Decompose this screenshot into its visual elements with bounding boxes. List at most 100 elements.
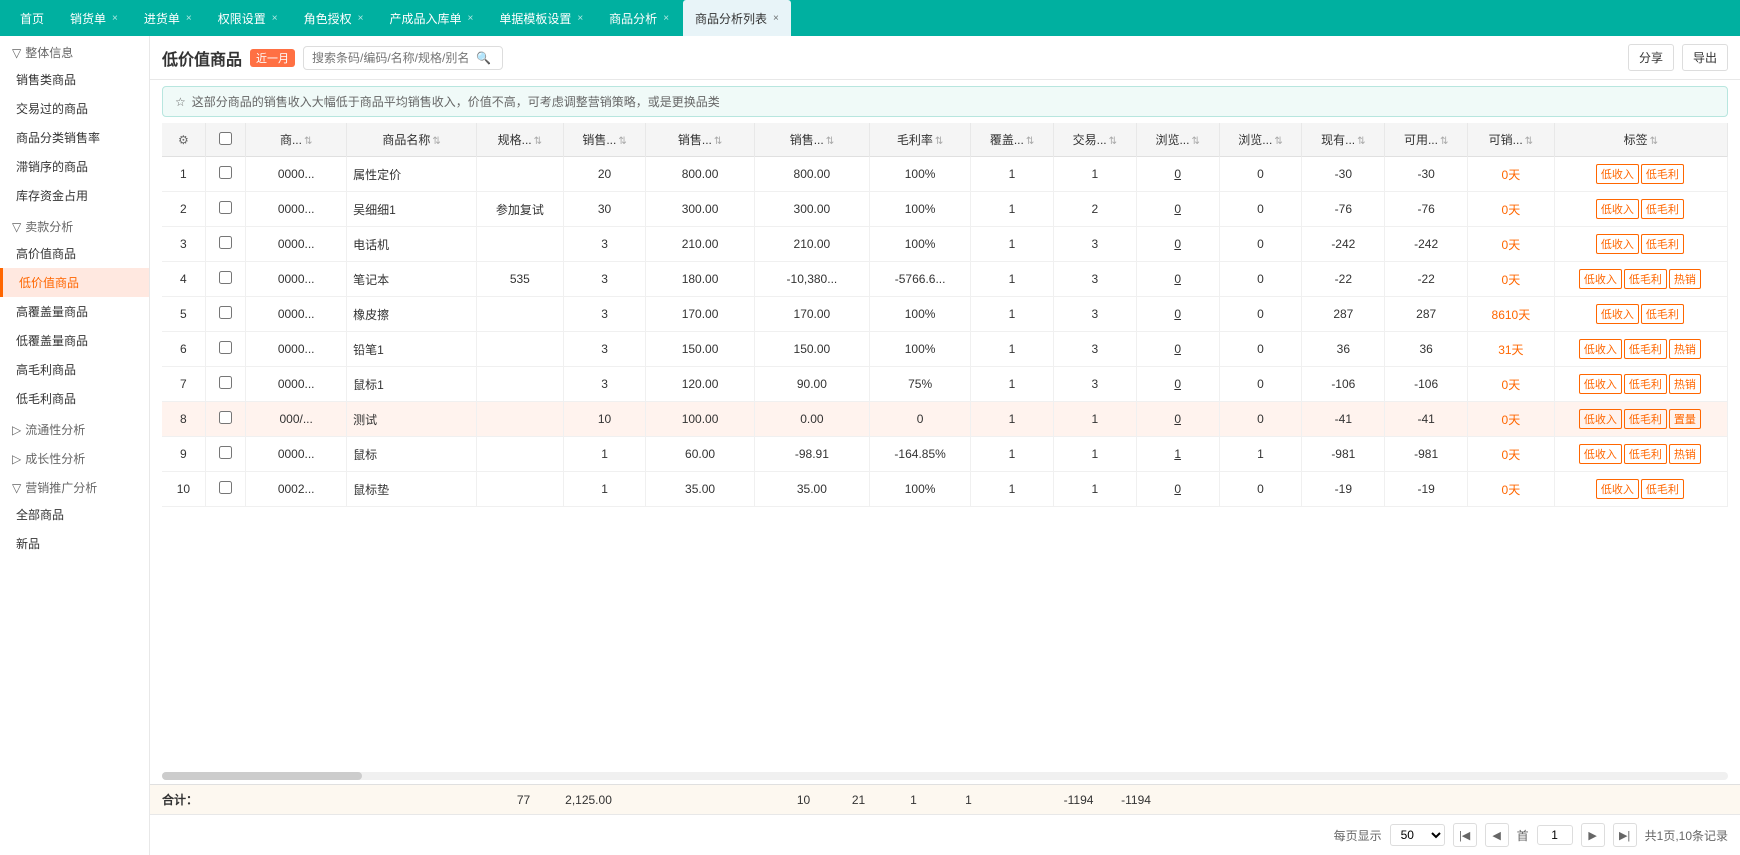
col-header-sales_avg[interactable]: 销售...⇅ [754, 123, 869, 157]
scrollbar-thumb[interactable] [162, 772, 362, 780]
row-checkbox[interactable] [205, 332, 245, 367]
sort-icon-sales_amt[interactable]: ⇅ [714, 136, 722, 147]
page-number-input[interactable] [1537, 825, 1573, 845]
sort-icon-name[interactable]: ⇅ [432, 136, 440, 147]
col-header-views1[interactable]: 浏览...⇅ [1136, 123, 1219, 157]
row-views1[interactable]: 0 [1136, 157, 1219, 192]
sort-icon-spec[interactable]: ⇅ [534, 136, 542, 147]
sidebar-item-库存资金占用[interactable]: 库存资金占用 [0, 181, 149, 210]
close-icon[interactable]: × [773, 13, 779, 24]
row-views1[interactable]: 0 [1136, 262, 1219, 297]
row-checkbox[interactable] [205, 297, 245, 332]
gear-icon[interactable]: ⚙ [178, 133, 189, 147]
nav-item-权限设置[interactable]: 权限设置× [206, 0, 290, 36]
row-views1[interactable]: 0 [1136, 227, 1219, 262]
export-button[interactable]: 导出 [1682, 44, 1728, 71]
row-checkbox[interactable] [205, 472, 245, 507]
row-views1[interactable]: 0 [1136, 192, 1219, 227]
sort-icon-code[interactable]: ⇅ [304, 136, 312, 147]
sidebar-item-新品[interactable]: 新品 [0, 529, 149, 558]
sort-icon-sales_qty[interactable]: ⇅ [618, 136, 626, 147]
select-all-checkbox[interactable] [219, 132, 232, 145]
time-badge[interactable]: 近一月 [250, 49, 295, 67]
row-views1[interactable]: 0 [1136, 402, 1219, 437]
col-header-margin[interactable]: 毛利率⇅ [870, 123, 971, 157]
col-header-views2[interactable]: 浏览...⇅ [1219, 123, 1302, 157]
row-views1[interactable]: 0 [1136, 472, 1219, 507]
nav-item-首页[interactable]: 首页 [8, 0, 56, 36]
col-header-name[interactable]: 商品名称⇅ [347, 123, 477, 157]
col-header-sales_qty[interactable]: 销售...⇅ [563, 123, 646, 157]
sidebar-item-高价值商品[interactable]: 高价值商品 [0, 239, 149, 268]
col-header-current[interactable]: 现有...⇅ [1302, 123, 1385, 157]
sidebar-section-流通性分析[interactable]: ▷ 流通性分析 [0, 413, 149, 442]
col-header-gear[interactable]: ⚙ [162, 123, 205, 157]
sidebar-section-成长性分析[interactable]: ▷ 成长性分析 [0, 442, 149, 471]
nav-item-商品分析列表[interactable]: 商品分析列表× [683, 0, 791, 36]
nav-item-商品分析[interactable]: 商品分析× [597, 0, 681, 36]
row-views1[interactable]: 0 [1136, 332, 1219, 367]
nav-item-进货单[interactable]: 进货单× [132, 0, 204, 36]
sidebar-item-高毛利商品[interactable]: 高毛利商品 [0, 355, 149, 384]
sort-icon-available[interactable]: ⇅ [1440, 136, 1448, 147]
col-header-sales_amt[interactable]: 销售...⇅ [646, 123, 754, 157]
col-header-tag[interactable]: 标签⇅ [1554, 123, 1727, 157]
sidebar-item-全部商品[interactable]: 全部商品 [0, 500, 149, 529]
first-page-button[interactable]: |◀ [1453, 823, 1477, 847]
scrollbar[interactable] [162, 772, 1728, 780]
sort-icon-saleable[interactable]: ⇅ [1525, 136, 1533, 147]
col-header-code[interactable]: 商...⇅ [246, 123, 347, 157]
sidebar-item-低价值商品[interactable]: 低价值商品 [0, 268, 149, 297]
sidebar-section-卖款分析[interactable]: ▽ 卖款分析 [0, 210, 149, 239]
search-box[interactable]: 🔍 [303, 46, 503, 70]
sidebar-item-交易过的商品[interactable]: 交易过的商品 [0, 94, 149, 123]
row-views1[interactable]: 0 [1136, 297, 1219, 332]
sort-icon-coverage[interactable]: ⇅ [1026, 136, 1034, 147]
row-checkbox[interactable] [205, 157, 245, 192]
col-header-available[interactable]: 可用...⇅ [1385, 123, 1468, 157]
search-input[interactable] [312, 51, 472, 65]
row-checkbox[interactable] [205, 437, 245, 472]
sort-icon-tag[interactable]: ⇅ [1650, 136, 1658, 147]
sidebar-item-销售类商品[interactable]: 销售类商品 [0, 65, 149, 94]
close-icon[interactable]: × [186, 13, 192, 24]
col-header-transactions[interactable]: 交易...⇅ [1053, 123, 1136, 157]
col-header-spec[interactable]: 规格...⇅ [477, 123, 564, 157]
page-size-select[interactable]: 50 100 200 [1390, 824, 1445, 846]
sidebar-item-低覆盖量商品[interactable]: 低覆盖量商品 [0, 326, 149, 355]
row-checkbox[interactable] [205, 262, 245, 297]
sort-icon-margin[interactable]: ⇅ [935, 136, 943, 147]
sidebar-section-整体信息[interactable]: ▽ 整体信息 [0, 36, 149, 65]
sidebar-item-商品分类销售率[interactable]: 商品分类销售率 [0, 123, 149, 152]
col-header-checkbox[interactable] [205, 123, 245, 157]
sort-icon-transactions[interactable]: ⇅ [1109, 136, 1117, 147]
row-checkbox[interactable] [205, 227, 245, 262]
close-icon[interactable]: × [112, 13, 118, 24]
sidebar-item-低毛利商品[interactable]: 低毛利商品 [0, 384, 149, 413]
close-icon[interactable]: × [577, 13, 583, 24]
sidebar-item-高覆盖量商品[interactable]: 高覆盖量商品 [0, 297, 149, 326]
close-icon[interactable]: × [467, 13, 473, 24]
sort-icon-current[interactable]: ⇅ [1357, 136, 1365, 147]
sort-icon-views2[interactable]: ⇅ [1274, 136, 1282, 147]
row-views1[interactable]: 1 [1136, 437, 1219, 472]
sidebar-section-营销推广分析[interactable]: ▽ 营销推广分析 [0, 471, 149, 500]
prev-page-button[interactable]: ◀ [1485, 823, 1509, 847]
nav-item-销货单[interactable]: 销货单× [58, 0, 130, 36]
share-button[interactable]: 分享 [1628, 44, 1674, 71]
row-views1[interactable]: 0 [1136, 367, 1219, 402]
nav-item-单据模板设置[interactable]: 单据模板设置× [487, 0, 595, 36]
sidebar-item-滞销序的商品[interactable]: 滞销序的商品 [0, 152, 149, 181]
sort-icon-sales_avg[interactable]: ⇅ [826, 136, 834, 147]
search-icon[interactable]: 🔍 [476, 51, 491, 65]
sort-icon-views1[interactable]: ⇅ [1191, 136, 1199, 147]
row-checkbox[interactable] [205, 402, 245, 437]
close-icon[interactable]: × [358, 13, 364, 24]
nav-item-产成品入库单[interactable]: 产成品入库单× [377, 0, 485, 36]
col-header-coverage[interactable]: 覆盖...⇅ [971, 123, 1054, 157]
row-checkbox[interactable] [205, 367, 245, 402]
last-page-button[interactable]: ▶| [1613, 823, 1637, 847]
close-icon[interactable]: × [663, 13, 669, 24]
row-checkbox[interactable] [205, 192, 245, 227]
next-page-button[interactable]: ▶ [1581, 823, 1605, 847]
